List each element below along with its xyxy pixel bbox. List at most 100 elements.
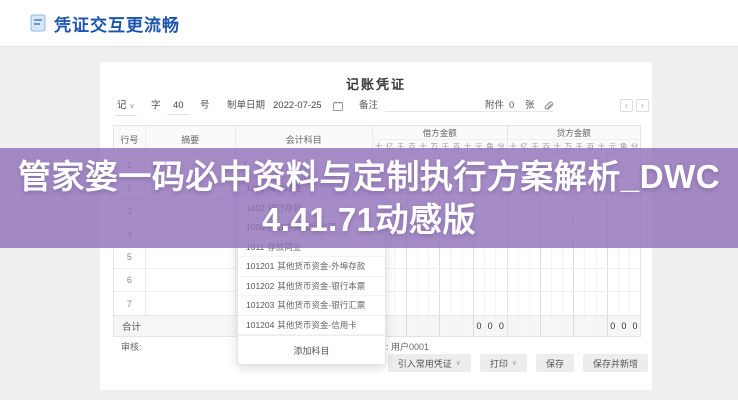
dropdown-item[interactable]: 101201 其他货币资金-外埠存款 bbox=[238, 257, 385, 277]
amount-digit-cell[interactable] bbox=[463, 246, 474, 268]
amount-digit-cell[interactable] bbox=[530, 269, 541, 291]
amount-digit-cell[interactable] bbox=[574, 246, 586, 268]
total-debit-digit: 0 bbox=[498, 321, 504, 331]
amount-digit-cell[interactable] bbox=[630, 292, 640, 315]
voucher-title: 记账凭证 bbox=[345, 77, 406, 92]
amount-digit-cell[interactable] bbox=[585, 269, 597, 291]
amount-digit-cell[interactable] bbox=[530, 292, 541, 315]
amount-digit-cell[interactable] bbox=[407, 292, 418, 315]
summary-cell[interactable] bbox=[146, 246, 236, 268]
date-input[interactable]: 2022-07-25 bbox=[273, 98, 322, 114]
amount-digit-cell[interactable] bbox=[597, 292, 608, 315]
dropdown-item[interactable]: 101203 其他货币资金-银行汇票 bbox=[238, 296, 385, 316]
amount-cells bbox=[373, 269, 506, 291]
amount-digit-cell[interactable] bbox=[574, 292, 586, 315]
amount-digit-cell[interactable] bbox=[585, 292, 597, 315]
amount-digit-cell[interactable] bbox=[429, 269, 441, 291]
next-voucher-button[interactable]: › bbox=[636, 99, 649, 112]
summary-cell[interactable] bbox=[146, 292, 236, 315]
amount-digit-cell[interactable] bbox=[630, 269, 640, 291]
app-window: 凭证交互更流畅 记账凭证 记 ∨ 字 40 号 制单日期 2022-07-25 备… bbox=[0, 0, 738, 400]
amount-digit-cell[interactable] bbox=[597, 269, 608, 291]
amount-digit-cell[interactable] bbox=[608, 292, 619, 315]
subject-name: 其他货币资金-银行汇票 bbox=[277, 300, 366, 311]
dropdown-item[interactable]: 101204 其他货币资金-信用卡 bbox=[238, 316, 385, 335]
amount-digit-cell[interactable] bbox=[463, 269, 474, 291]
amount-digit-cell[interactable] bbox=[451, 246, 463, 268]
calendar-icon[interactable] bbox=[333, 101, 343, 111]
amount-digit-cell[interactable] bbox=[541, 292, 552, 315]
add-subject-button[interactable]: 添加科目 bbox=[238, 335, 385, 364]
action-buttons: 引入常用凭证 ∨ 打印 ∨ 保存 保存并新增 bbox=[387, 354, 648, 372]
total-credit-digit bbox=[508, 316, 519, 336]
amount-digit-cell[interactable] bbox=[519, 246, 530, 268]
amount-digit-cell[interactable] bbox=[407, 246, 418, 268]
amount-digit-cell[interactable] bbox=[429, 292, 441, 315]
amount-digit-cell[interactable] bbox=[485, 246, 497, 268]
amount-digit-cell[interactable] bbox=[552, 292, 564, 315]
amount-digit-cell[interactable] bbox=[519, 292, 530, 315]
amount-digit-cell[interactable] bbox=[597, 246, 608, 268]
amount-digit-cell[interactable] bbox=[530, 246, 541, 268]
amount-digit-cell[interactable] bbox=[474, 292, 486, 315]
remark-label: 备注 bbox=[359, 100, 379, 111]
amount-digit-cell[interactable] bbox=[496, 269, 506, 291]
amount-digit-cell[interactable] bbox=[451, 269, 463, 291]
amount-digit-cell[interactable] bbox=[552, 246, 564, 268]
subject-name: 其他货币资金-银行本票 bbox=[277, 280, 366, 291]
dropdown-item[interactable]: 101202 其他货币资金-银行本票 bbox=[238, 277, 385, 296]
total-credit-digit bbox=[597, 316, 608, 336]
amount-digit-cell[interactable] bbox=[519, 269, 530, 291]
amount-digit-cell[interactable] bbox=[508, 269, 519, 291]
amount-digit-cell[interactable] bbox=[429, 246, 441, 268]
amount-digit-cell[interactable] bbox=[496, 292, 506, 315]
amount-digit-cell[interactable] bbox=[485, 269, 497, 291]
amount-digit-cell[interactable] bbox=[508, 292, 519, 315]
amount-digit-cell[interactable] bbox=[508, 246, 519, 268]
summary-cell[interactable] bbox=[146, 269, 236, 291]
total-credit-digit bbox=[541, 316, 553, 336]
amount-cells bbox=[506, 292, 640, 315]
amount-digit-cell[interactable] bbox=[574, 269, 586, 291]
amount-digit-cell[interactable] bbox=[485, 292, 497, 315]
chevron-down-icon: ∨ bbox=[129, 103, 135, 110]
amount-digit-cell[interactable] bbox=[451, 292, 463, 315]
voucher-word-select[interactable]: 记 ∨ bbox=[115, 98, 137, 116]
amount-digit-cell[interactable] bbox=[619, 292, 630, 315]
save-and-new-button[interactable]: 保存并新增 bbox=[582, 354, 648, 372]
amount-digit-cell[interactable] bbox=[418, 246, 430, 268]
paperclip-icon[interactable] bbox=[543, 101, 554, 112]
amount-digit-cell[interactable] bbox=[418, 292, 430, 315]
amount-digit-cell[interactable] bbox=[563, 246, 575, 268]
voucher-number-input[interactable]: 40 bbox=[167, 98, 190, 115]
amount-digit-cell[interactable] bbox=[474, 246, 486, 268]
button-label: 打印 bbox=[489, 358, 508, 369]
amount-digit-cell[interactable] bbox=[552, 269, 564, 291]
amount-digit-cell[interactable] bbox=[407, 269, 418, 291]
amount-digit-cell[interactable] bbox=[440, 246, 452, 268]
amount-digit-cell[interactable] bbox=[563, 269, 575, 291]
amount-digit-cell[interactable] bbox=[474, 269, 486, 291]
amount-digit-cell[interactable] bbox=[440, 292, 452, 315]
amount-digit-cell[interactable] bbox=[608, 246, 619, 268]
amount-digit-cell[interactable] bbox=[608, 269, 619, 291]
amount-digit-cell[interactable] bbox=[541, 246, 552, 268]
amount-digit-cell[interactable] bbox=[463, 292, 474, 315]
print-button[interactable]: 打印 ∨ bbox=[479, 354, 527, 372]
amount-digit-cell[interactable] bbox=[395, 292, 407, 315]
amount-digit-cell[interactable] bbox=[630, 246, 640, 268]
amount-digit-cell[interactable] bbox=[541, 269, 552, 291]
amount-digit-cell[interactable] bbox=[440, 269, 452, 291]
review-label: 审核: bbox=[121, 342, 142, 352]
save-button[interactable]: 保存 bbox=[535, 354, 574, 372]
amount-digit-cell[interactable] bbox=[418, 269, 430, 291]
import-common-voucher-button[interactable]: 引入常用凭证 ∨ bbox=[387, 354, 471, 372]
amount-digit-cell[interactable] bbox=[585, 246, 597, 268]
amount-digit-cell[interactable] bbox=[619, 269, 630, 291]
amount-digit-cell[interactable] bbox=[619, 246, 630, 268]
amount-digit-cell[interactable] bbox=[395, 246, 407, 268]
amount-digit-cell[interactable] bbox=[395, 269, 407, 291]
amount-digit-cell[interactable] bbox=[563, 292, 575, 315]
prev-voucher-button[interactable]: ‹ bbox=[620, 99, 633, 112]
amount-digit-cell[interactable] bbox=[496, 246, 506, 268]
